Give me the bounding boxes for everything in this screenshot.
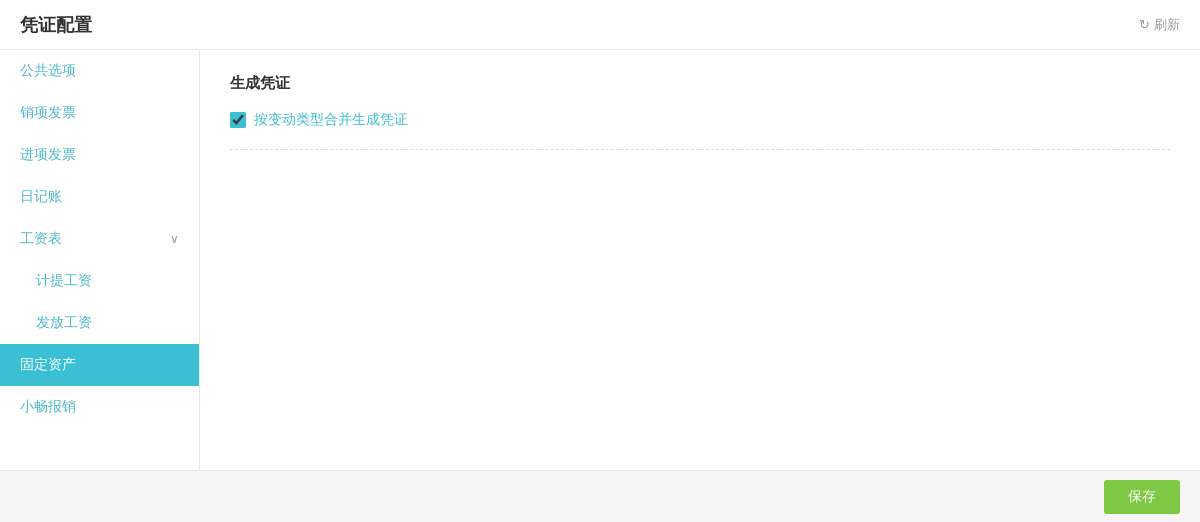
refresh-button[interactable]: ↻ 刷新 (1139, 16, 1180, 34)
save-button[interactable]: 保存 (1104, 480, 1180, 514)
sidebar: 公共选项销项发票进项发票日记账工资表∨计提工资发放工资固定资产小畅报销 (0, 50, 200, 470)
merge-by-type-checkbox[interactable] (230, 112, 246, 128)
refresh-icon: ↻ (1139, 17, 1150, 32)
section-title: 生成凭证 (230, 74, 1170, 93)
section-divider (230, 149, 1170, 150)
sidebar-item-journal[interactable]: 日记账 (0, 176, 199, 218)
content-area: 公共选项销项发票进项发票日记账工资表∨计提工资发放工资固定资产小畅报销 生成凭证… (0, 50, 1200, 470)
sidebar-item-sales-invoice[interactable]: 销项发票 (0, 92, 199, 134)
header: 凭证配置 ↻ 刷新 (0, 0, 1200, 50)
sidebar-item-purchase-invoice[interactable]: 进项发票 (0, 134, 199, 176)
refresh-label: 刷新 (1154, 16, 1180, 34)
merge-by-type-label[interactable]: 按变动类型合并生成凭证 (254, 111, 408, 129)
checkbox-row: 按变动类型合并生成凭证 (230, 111, 1170, 129)
chevron-down-icon: ∨ (170, 232, 179, 246)
sidebar-item-payroll-accrual[interactable]: 计提工资 (0, 260, 199, 302)
main-content: 生成凭证 按变动类型合并生成凭证 (200, 50, 1200, 470)
sidebar-item-public-options[interactable]: 公共选项 (0, 50, 199, 92)
page-title: 凭证配置 (20, 13, 92, 37)
sidebar-item-expense-reimbursement[interactable]: 小畅报销 (0, 386, 199, 428)
sidebar-item-payroll-distribution[interactable]: 发放工资 (0, 302, 199, 344)
sidebar-item-fixed-assets[interactable]: 固定资产 (0, 344, 199, 386)
footer: 保存 (0, 470, 1200, 522)
page-wrapper: 凭证配置 ↻ 刷新 公共选项销项发票进项发票日记账工资表∨计提工资发放工资固定资… (0, 0, 1200, 522)
sidebar-item-payroll-table[interactable]: 工资表∨ (0, 218, 199, 260)
